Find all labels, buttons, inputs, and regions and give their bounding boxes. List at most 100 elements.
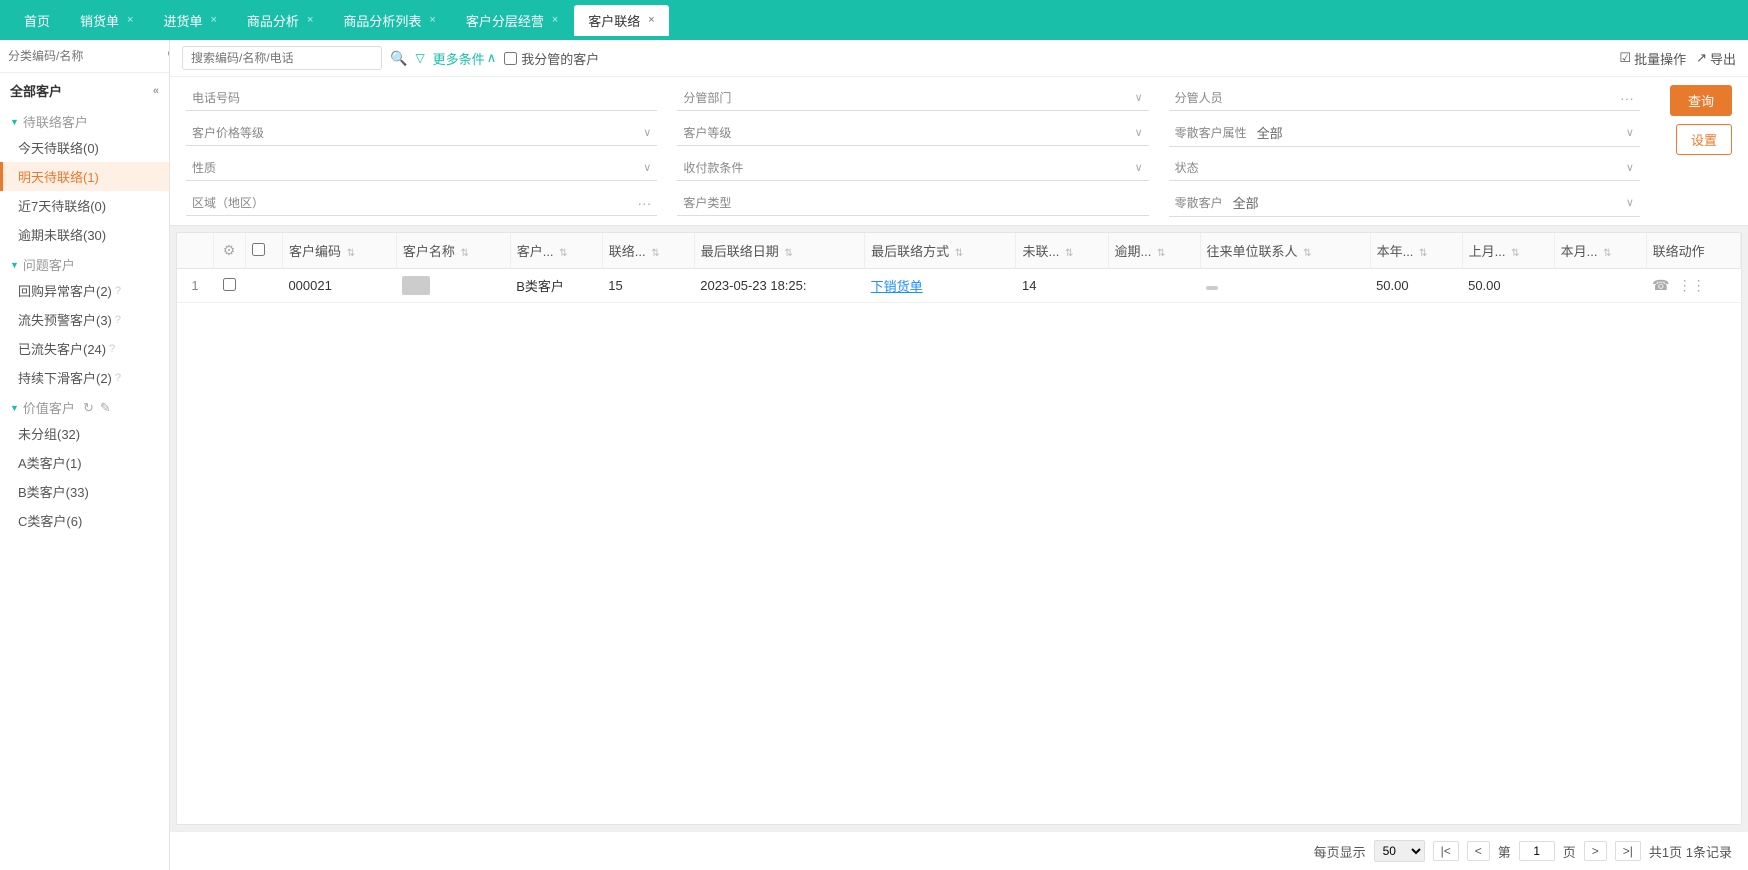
query-button[interactable]: 查询 bbox=[1670, 85, 1732, 116]
sidebar-all-customers-header[interactable]: 全部客户 « bbox=[0, 73, 169, 106]
name-sort-icon: ⇅ bbox=[460, 248, 468, 259]
filter-nature[interactable]: 性质 ∨ bbox=[186, 155, 657, 181]
table-gear-icon[interactable]: ⚙ bbox=[223, 242, 236, 258]
batch-operation-button[interactable]: ☑ 批量操作 bbox=[1619, 49, 1686, 68]
page-next-button[interactable]: > bbox=[1584, 841, 1607, 861]
nav-customer-contact-close[interactable]: × bbox=[648, 14, 654, 26]
sidebar-item-b-class[interactable]: B类客户(33) bbox=[0, 477, 169, 506]
nav-customer-layering[interactable]: 客户分层经营 × bbox=[452, 5, 572, 36]
page-number-input[interactable] bbox=[1519, 841, 1555, 861]
nav-product-analysis-list-close[interactable]: × bbox=[429, 14, 435, 26]
export-button[interactable]: ↗ 导出 bbox=[1696, 49, 1736, 68]
churned-help-icon: ? bbox=[109, 343, 115, 355]
sidebar-item-7days-pending[interactable]: 近7天待联络(0) bbox=[0, 191, 169, 220]
filter-customer-level[interactable]: 客户等级 ∨ bbox=[677, 120, 1148, 146]
data-table-container: ⚙ 客户编码 ⇅ 客户名称 ⇅ bbox=[176, 232, 1742, 825]
filter-customer-type[interactable]: 客户类型 bbox=[677, 190, 1148, 216]
pending-group-triangle: ▼ bbox=[10, 117, 19, 127]
col-header-code[interactable]: 客户编码 ⇅ bbox=[282, 233, 396, 269]
page-prev-button[interactable]: < bbox=[1467, 841, 1490, 861]
filter-person[interactable]: 分管人员 ··· bbox=[1169, 85, 1640, 111]
sidebar-item-overdue-pending[interactable]: 逾期未联络(30) bbox=[0, 220, 169, 249]
cell-name: Ea bbox=[396, 269, 510, 303]
set-button[interactable]: 设置 bbox=[1676, 124, 1732, 155]
nav-customer-layering-label: 客户分层经营 bbox=[466, 11, 544, 30]
col-header-overdue[interactable]: 逾期... ⇅ bbox=[1108, 233, 1200, 269]
page-first-button[interactable]: |< bbox=[1433, 841, 1459, 861]
nav-customer-contact[interactable]: 客户联络 × bbox=[574, 5, 668, 36]
col-header-last-way[interactable]: 最后联络方式 ⇅ bbox=[865, 233, 1016, 269]
filter-status[interactable]: 状态 ∨ bbox=[1169, 155, 1640, 181]
phone-label: 电话号码 bbox=[192, 89, 240, 106]
filter-search-input[interactable] bbox=[182, 46, 382, 70]
row-checkbox[interactable] bbox=[223, 278, 236, 291]
problem-group-triangle: ▼ bbox=[10, 260, 19, 270]
col-header-last-date[interactable]: 最后联络日期 ⇅ bbox=[694, 233, 864, 269]
select-all-checkbox[interactable] bbox=[252, 243, 265, 256]
filter-payment[interactable]: 收付款条件 ∨ bbox=[677, 155, 1148, 181]
value-group-text: 价值客户 bbox=[23, 398, 75, 417]
nav-home[interactable]: 首页 bbox=[10, 5, 64, 36]
retail-chevron-icon: ∨ bbox=[1626, 196, 1634, 209]
churn-warning-help-icon: ? bbox=[115, 314, 121, 326]
cell-not-contacted: 14 bbox=[1016, 269, 1108, 303]
nav-customer-layering-close[interactable]: × bbox=[552, 14, 558, 26]
filter-region[interactable]: 区域（地区） ··· bbox=[186, 190, 657, 216]
sidebar-item-churn-warning[interactable]: 流失预警客户(3) ? bbox=[0, 305, 169, 334]
filter-dept[interactable]: 分管部门 ∨ bbox=[677, 85, 1148, 111]
filter-retail-attr[interactable]: 零散客户属性 全部 ∨ bbox=[1169, 119, 1640, 147]
sidebar-item-declining[interactable]: 持续下滑客户(2) ? bbox=[0, 363, 169, 392]
nav-purchase-order[interactable]: 进货单 × bbox=[149, 5, 230, 36]
my-customers-checkbox-label[interactable]: 我分管的客户 bbox=[504, 49, 599, 68]
cell-type: B类客户 bbox=[510, 269, 602, 303]
col-header-name[interactable]: 客户名称 ⇅ bbox=[396, 233, 510, 269]
sidebar-item-today-pending[interactable]: 今天待联络(0) bbox=[0, 133, 169, 162]
nav-purchase-order-close[interactable]: × bbox=[210, 14, 216, 26]
filter-phone[interactable]: 电话号码 bbox=[186, 85, 657, 111]
my-customers-checkbox[interactable] bbox=[504, 52, 517, 65]
region-dots-icon: ··· bbox=[637, 195, 651, 211]
payment-chevron-icon: ∨ bbox=[1135, 161, 1143, 174]
col-header-not-contacted[interactable]: 未联... ⇅ bbox=[1016, 233, 1108, 269]
this-month-sort-icon: ⇅ bbox=[1603, 248, 1611, 259]
filter-retail[interactable]: 零散客户 全部 ∨ bbox=[1169, 189, 1640, 217]
nav-sales-order[interactable]: 销货单 × bbox=[66, 5, 147, 36]
nav-purchase-order-label: 进货单 bbox=[163, 11, 202, 30]
sidebar-item-c-class[interactable]: C类客户(6) bbox=[0, 506, 169, 535]
more-conditions-button[interactable]: 更多条件 ∧ bbox=[433, 49, 497, 68]
sidebar-item-unclassified[interactable]: 未分组(32) bbox=[0, 419, 169, 448]
more-action-icon[interactable]: ⋮⋮ bbox=[1678, 277, 1706, 294]
nav-product-analysis-close[interactable]: × bbox=[307, 14, 313, 26]
nav-product-analysis[interactable]: 商品分析 × bbox=[233, 5, 327, 36]
last-date-sort-icon: ⇅ bbox=[784, 248, 792, 259]
col-header-this-year[interactable]: 本年... ⇅ bbox=[1370, 233, 1462, 269]
contact-icon[interactable]: ☎ bbox=[1652, 277, 1669, 294]
col-header-unit-contacts[interactable]: 往来单位联系人 ⇅ bbox=[1200, 233, 1370, 269]
col-header-contacts[interactable]: 联络... ⇅ bbox=[602, 233, 694, 269]
sidebar-item-churned[interactable]: 已流失客户(24) ? bbox=[0, 334, 169, 363]
col-header-this-month[interactable]: 本月... ⇅ bbox=[1554, 233, 1646, 269]
page-last-button[interactable]: >| bbox=[1615, 841, 1641, 861]
filter-search-button[interactable]: 🔍 bbox=[390, 50, 407, 67]
filter-price-level[interactable]: 客户价格等级 ∨ bbox=[186, 120, 657, 146]
value-group-refresh-icon[interactable]: ↻ bbox=[83, 400, 94, 416]
last-contact-way-link[interactable]: 下销货单 bbox=[871, 279, 923, 294]
nav-home-label: 首页 bbox=[24, 11, 50, 30]
value-group-edit-icon[interactable]: ✎ bbox=[100, 400, 111, 416]
sidebar-search-input[interactable] bbox=[8, 49, 163, 63]
sidebar-item-a-class[interactable]: A类客户(1) bbox=[0, 448, 169, 477]
cell-this-year: 50.00 bbox=[1370, 269, 1462, 303]
nav-product-analysis-list[interactable]: 商品分析列表 × bbox=[329, 5, 449, 36]
per-page-select[interactable]: 50 10 20 100 bbox=[1374, 840, 1425, 862]
sidebar-item-repurchase-abnormal[interactable]: 回购异常客户(2) ? bbox=[0, 276, 169, 305]
sidebar-item-tomorrow-pending[interactable]: 明天待联络(1) bbox=[0, 162, 169, 191]
total-records: 共1页 1条记录 bbox=[1649, 842, 1732, 861]
sidebar-pending-group-label: ▼ 待联络客户 bbox=[0, 106, 169, 133]
nav-sales-order-close[interactable]: × bbox=[127, 14, 133, 26]
customer-name-blurred: Ea bbox=[402, 276, 430, 295]
page-unit: 页 bbox=[1563, 842, 1576, 861]
person-dots-icon: ··· bbox=[1620, 90, 1634, 106]
retail-label: 零散客户 bbox=[1175, 194, 1223, 211]
col-header-last-month[interactable]: 上月... ⇅ bbox=[1462, 233, 1554, 269]
col-header-type[interactable]: 客户... ⇅ bbox=[510, 233, 602, 269]
